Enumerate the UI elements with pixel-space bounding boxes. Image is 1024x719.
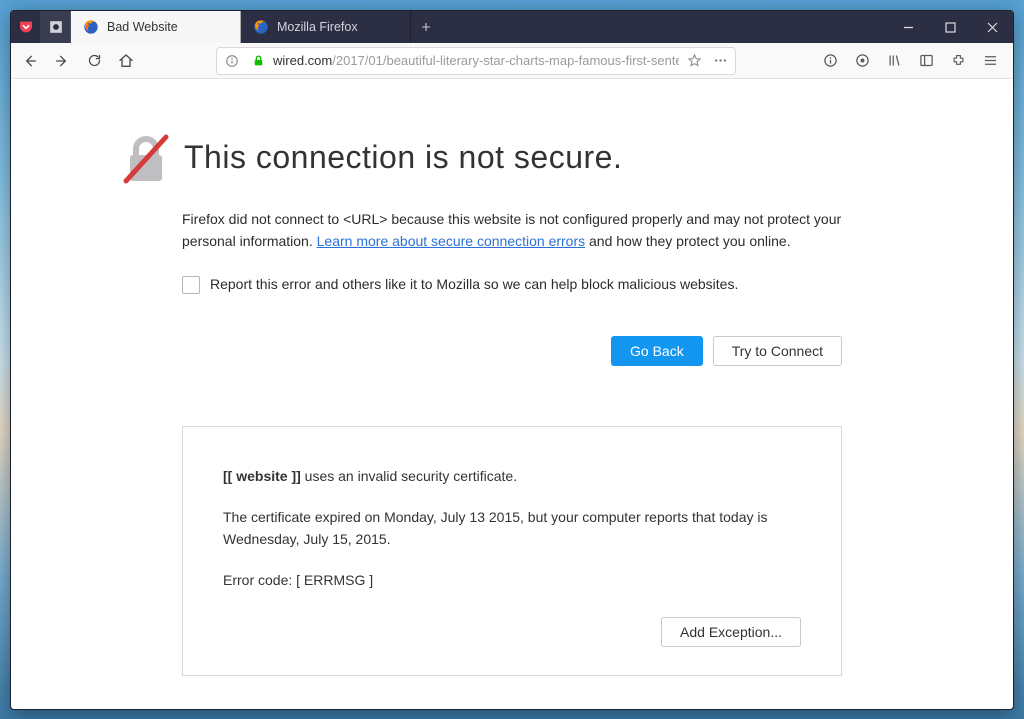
report-error-row: Report this error and others like it to … xyxy=(182,276,842,294)
report-error-checkbox[interactable] xyxy=(182,276,200,294)
url-text: wired.com/2017/01/beautiful-literary-sta… xyxy=(273,53,679,68)
titlebar-left xyxy=(11,11,71,43)
page-content: This connection is not secure. Firefox d… xyxy=(11,79,1013,709)
tab-mozilla-firefox[interactable]: Mozilla Firefox xyxy=(241,11,411,43)
toolbar-right-icons xyxy=(811,47,1009,75)
add-exception-button[interactable]: Add Exception... xyxy=(661,617,801,647)
details-line-1: [[ website ]] uses an invalid security c… xyxy=(223,465,801,487)
firefox-favicon-icon xyxy=(83,19,99,35)
sidebar-icon[interactable] xyxy=(911,47,941,75)
navigation-toolbar: wired.com/2017/01/beautiful-literary-sta… xyxy=(11,43,1013,79)
details-actions: Add Exception... xyxy=(223,617,801,647)
page-actions-icon[interactable] xyxy=(709,53,731,68)
details-line-2: The certificate expired on Monday, July … xyxy=(223,506,801,551)
url-host: wired.com xyxy=(273,53,332,68)
tab-label: Bad Website xyxy=(107,20,228,34)
reload-button[interactable] xyxy=(79,47,109,75)
error-action-buttons: Go Back Try to Connect xyxy=(182,336,842,366)
error-details: [[ website ]] uses an invalid security c… xyxy=(182,426,842,676)
window-controls xyxy=(887,11,1013,43)
tab-label: Mozilla Firefox xyxy=(277,20,398,34)
home-button[interactable] xyxy=(111,47,141,75)
app-menu-icon[interactable] xyxy=(975,47,1005,75)
unknown-app-icon[interactable] xyxy=(41,11,71,43)
browser-window: Bad Website Mozilla Firefox xyxy=(10,10,1014,710)
extension-icon[interactable] xyxy=(943,47,973,75)
error-body-post: and how they protect you online. xyxy=(585,233,790,249)
library-icon[interactable] xyxy=(879,47,909,75)
insecure-lock-icon xyxy=(122,133,166,181)
error-page-container: This connection is not secure. Firefox d… xyxy=(182,133,842,676)
go-back-button[interactable]: Go Back xyxy=(611,336,703,366)
report-error-label: Report this error and others like it to … xyxy=(210,276,738,292)
lock-icon[interactable] xyxy=(247,54,269,67)
forward-button[interactable] xyxy=(47,47,77,75)
url-bar-container: wired.com/2017/01/beautiful-literary-sta… xyxy=(143,47,809,75)
pocket-icon[interactable] xyxy=(11,11,41,43)
window-minimize-button[interactable] xyxy=(887,11,929,43)
site-info-icon[interactable] xyxy=(221,54,243,68)
url-bar[interactable]: wired.com/2017/01/beautiful-literary-sta… xyxy=(216,47,736,75)
bookmark-star-icon[interactable] xyxy=(683,53,705,68)
details-website-placeholder: [[ website ]] xyxy=(223,468,301,484)
window-maximize-button[interactable] xyxy=(929,11,971,43)
desktop-background: Bad Website Mozilla Firefox xyxy=(0,0,1024,719)
details-line1-post: uses an invalid security certificate. xyxy=(301,468,517,484)
tab-bad-website[interactable]: Bad Website xyxy=(71,11,241,43)
details-line-3: Error code: [ ERRMSG ] xyxy=(223,569,801,591)
firefox-favicon-icon xyxy=(253,19,269,35)
error-title: This connection is not secure. xyxy=(184,139,622,176)
permissions-icon[interactable] xyxy=(815,47,845,75)
error-description: Firefox did not connect to <URL> because… xyxy=(182,209,842,252)
error-header: This connection is not secure. xyxy=(122,133,842,181)
url-path: /2017/01/beautiful-literary-star-charts-… xyxy=(332,53,679,68)
back-button[interactable] xyxy=(15,47,45,75)
new-tab-button[interactable] xyxy=(411,11,441,43)
download-icon[interactable] xyxy=(847,47,877,75)
tabs-container: Bad Website Mozilla Firefox xyxy=(71,11,887,43)
try-to-connect-button[interactable]: Try to Connect xyxy=(713,336,842,366)
tab-strip: Bad Website Mozilla Firefox xyxy=(11,11,1013,43)
learn-more-link[interactable]: Learn more about secure connection error… xyxy=(317,233,585,249)
window-close-button[interactable] xyxy=(971,11,1013,43)
